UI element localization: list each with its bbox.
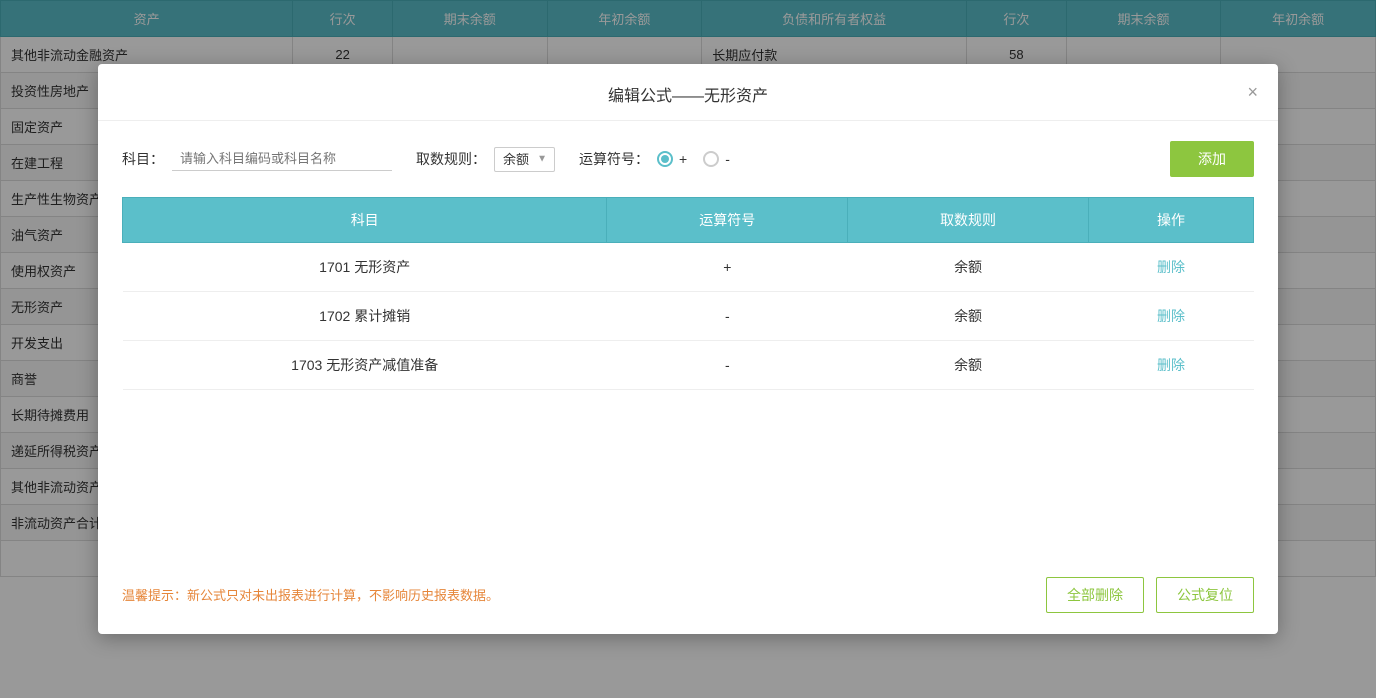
cell-rule: 余额 (848, 243, 1089, 292)
radio-group: + - (657, 151, 730, 167)
radio-minus[interactable]: - (703, 151, 730, 167)
cell-rule: 余额 (848, 341, 1089, 390)
cell-subject: 1702 累计摊销 (123, 292, 607, 341)
modal-title: 编辑公式——无形资产 (608, 82, 768, 106)
rule-select[interactable]: 余额 借方 贷方 (494, 147, 555, 172)
cell-operator: - (607, 341, 848, 390)
rule-group: 取数规则： 余额 借方 贷方 ▼ (416, 147, 555, 172)
cell-action: 删除 (1088, 341, 1253, 390)
form-row: 科目： 取数规则： 余额 借方 贷方 ▼ (122, 141, 1254, 177)
col-action: 操作 (1088, 198, 1253, 243)
delete-row-button[interactable]: 删除 (1157, 355, 1185, 375)
cell-subject: 1701 无形资产 (123, 243, 607, 292)
cell-operator: + (607, 243, 848, 292)
operator-label: 运算符号： (579, 149, 649, 169)
modal-body: 科目： 取数规则： 余额 借方 贷方 ▼ (98, 121, 1278, 561)
radio-minus-circle (703, 151, 719, 167)
subject-group: 科目： (122, 147, 392, 171)
operator-group: 运算符号： + - (579, 149, 730, 169)
radio-plus[interactable]: + (657, 151, 687, 167)
table-row: 1703 无形资产减值准备-余额 删除 (123, 341, 1254, 390)
cell-operator: - (607, 292, 848, 341)
radio-minus-label: - (725, 151, 730, 167)
formula-table: 科目 运算符号 取数规则 操作 1701 无形资产+余额删除1702 累计摊销-… (122, 197, 1254, 390)
col-operator: 运算符号 (607, 198, 848, 243)
cell-action: 删除 (1088, 243, 1253, 292)
cell-subject: 1703 无形资产减值准备 (123, 341, 607, 390)
modal-footer: 温馨提示：新公式只对未出报表进行计算，不影响历史报表数据。 全部删除 公式复位 (98, 561, 1278, 634)
rule-label: 取数规则： (416, 149, 486, 169)
footer-buttons: 全部删除 公式复位 (1046, 577, 1254, 613)
table-row: 1702 累计摊销-余额 删除 (123, 292, 1254, 341)
rule-select-wrapper: 余额 借方 贷方 ▼ (494, 147, 555, 172)
table-row: 1701 无形资产+余额 删除 (123, 243, 1254, 292)
subject-input[interactable] (172, 147, 392, 171)
add-button[interactable]: 添加 (1170, 141, 1254, 177)
delete-row-button[interactable]: 删除 (1157, 257, 1185, 277)
modal-header: 编辑公式——无形资产 × (98, 64, 1278, 121)
cell-rule: 余额 (848, 292, 1089, 341)
modal-overlay: 编辑公式——无形资产 × 科目： 取数规则： 余额 借方 (0, 0, 1376, 698)
close-button[interactable]: × (1247, 83, 1258, 101)
tip-text: 温馨提示：新公式只对未出报表进行计算，不影响历史报表数据。 (122, 575, 499, 614)
delete-row-button[interactable]: 删除 (1157, 306, 1185, 326)
subject-label: 科目： (122, 149, 164, 169)
reset-formula-button[interactable]: 公式复位 (1156, 577, 1254, 613)
col-rule: 取数规则 (848, 198, 1089, 243)
delete-all-button[interactable]: 全部删除 (1046, 577, 1144, 613)
col-subject: 科目 (123, 198, 607, 243)
modal-dialog: 编辑公式——无形资产 × 科目： 取数规则： 余额 借方 (98, 64, 1278, 634)
radio-plus-label: + (679, 151, 687, 167)
radio-plus-circle (657, 151, 673, 167)
cell-action: 删除 (1088, 292, 1253, 341)
